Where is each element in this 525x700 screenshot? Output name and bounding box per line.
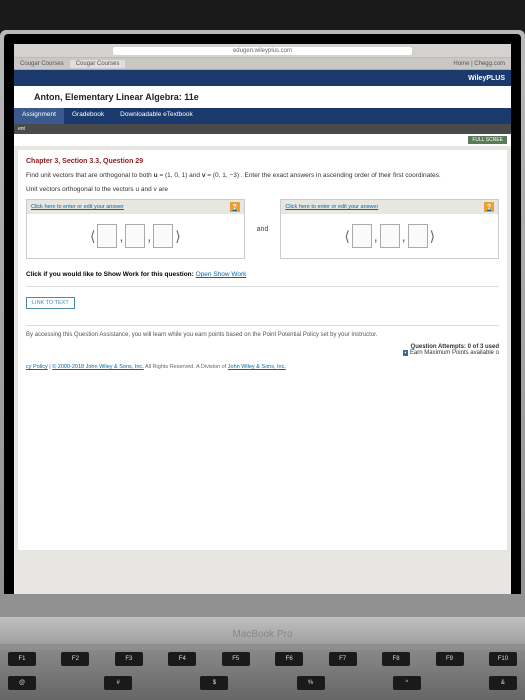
comma: ,	[119, 228, 123, 244]
bracket-open: ⟨	[90, 228, 95, 245]
macbook-label: MacBook Pro	[0, 617, 525, 644]
brand-label: WileyPLUS	[468, 75, 505, 82]
key[interactable]: #	[104, 676, 132, 690]
bracket-close: ⟩	[430, 228, 435, 245]
key[interactable]: $	[200, 676, 228, 690]
bracket-close: ⟩	[175, 228, 180, 245]
comma: ,	[374, 228, 378, 244]
input-slot[interactable]	[380, 224, 400, 248]
key[interactable]: F9	[436, 652, 464, 666]
key[interactable]: F2	[61, 652, 89, 666]
divider	[26, 286, 499, 287]
comma: ,	[147, 228, 151, 244]
key[interactable]: %	[297, 676, 325, 690]
footer: cy Policy | © 2000-2018 John Wiley & Son…	[26, 364, 499, 370]
points-badge: ▪	[403, 350, 409, 356]
course-title: Anton, Elementary Linear Algebra: 11e	[14, 86, 511, 108]
help-icon[interactable]: ?	[230, 202, 240, 212]
assistance-note: By accessing this Question Assistance, y…	[26, 332, 499, 338]
bookmarks-bar: Cougar Courses Cougar Courses Home | Che…	[14, 58, 511, 70]
copyright-link[interactable]: © 2000-2018 John Wiley & Sons, Inc.	[52, 364, 144, 370]
bookmark-chegg[interactable]: Home | Chegg.com	[453, 61, 505, 67]
divider	[26, 325, 499, 326]
and-label: and	[257, 226, 269, 233]
browser-address-bar: edugen.wileyplus.com	[14, 44, 511, 58]
bookmark-cougar-tab[interactable]: Cougar Courses	[70, 60, 126, 68]
key[interactable]: F8	[382, 652, 410, 666]
input-slot[interactable]	[352, 224, 372, 248]
attempts: Question Attempts: 0 of 3 used ▪ Earn Ma…	[26, 344, 499, 356]
tab-etextbook[interactable]: Downloadable eTextbook	[112, 108, 201, 124]
policy-link[interactable]: cy Policy	[26, 364, 48, 370]
bracket-open: ⟨	[344, 228, 349, 245]
key[interactable]: F5	[222, 652, 250, 666]
key[interactable]: &	[489, 676, 517, 690]
content-area: Chapter 3, Section 3.3, Question 29 Find…	[18, 150, 507, 550]
laptop-frame: edugen.wileyplus.com Cougar Courses Coug…	[0, 30, 525, 700]
tab-gradebook[interactable]: Gradebook	[64, 108, 112, 124]
key[interactable]: @	[8, 676, 36, 690]
comma: ,	[402, 228, 406, 244]
enter-hint-1[interactable]: Click here to enter or edit your answer	[31, 204, 124, 210]
vector-input-1: ⟨ , , ⟩	[27, 214, 244, 258]
company-link[interactable]: John Wiley & Sons, Inc.	[228, 364, 286, 370]
full-screen-button[interactable]: FULL SCREE	[468, 136, 507, 144]
tab-assignment[interactable]: Assignment	[14, 108, 64, 124]
key[interactable]: F4	[168, 652, 196, 666]
answer-box-1: Click here to enter or edit your answer …	[26, 199, 245, 259]
question-header: Chapter 3, Section 3.3, Question 29	[26, 158, 499, 165]
vector-input-2: ⟨ , , ⟩	[281, 214, 498, 258]
key[interactable]: F6	[275, 652, 303, 666]
key[interactable]: F10	[489, 652, 517, 666]
open-show-work-link[interactable]: Open Show Work	[196, 271, 247, 278]
key[interactable]: F3	[115, 652, 143, 666]
bookmark-cougar[interactable]: Cougar Courses	[20, 61, 64, 67]
help-icon[interactable]: ?	[484, 202, 494, 212]
sub-bar: ent	[14, 124, 511, 134]
answer-row: Click here to enter or edit your answer …	[26, 199, 499, 259]
input-slot[interactable]	[125, 224, 145, 248]
screen: edugen.wileyplus.com Cougar Courses Coug…	[14, 44, 511, 594]
question-prompt: Find unit vectors that are orthogonal to…	[26, 171, 499, 180]
key[interactable]: F7	[329, 652, 357, 666]
input-slot[interactable]	[97, 224, 117, 248]
sub-label: Unit vectors orthogonal to the vectors u…	[26, 186, 499, 193]
wiley-header: WileyPLUS	[14, 70, 511, 86]
screen-bezel: edugen.wileyplus.com Cougar Courses Coug…	[4, 34, 521, 594]
nav-tabs: Assignment Gradebook Downloadable eTextb…	[14, 108, 511, 124]
key[interactable]: F1	[8, 652, 36, 666]
show-work: Click if you would like to Show Work for…	[26, 271, 499, 278]
input-slot[interactable]	[408, 224, 428, 248]
sub-bar-text: ent	[18, 126, 25, 132]
input-slot[interactable]	[153, 224, 173, 248]
keyboard: F1 F2 F3 F4 F5 F6 F7 F8 F9 F10 @ # $ % ^…	[0, 650, 525, 700]
enter-hint-2[interactable]: Click here to enter or edit your answer	[285, 204, 378, 210]
key[interactable]: ^	[393, 676, 421, 690]
answer-box-2: Click here to enter or edit your answer …	[280, 199, 499, 259]
url-field[interactable]: edugen.wileyplus.com	[113, 47, 411, 55]
link-to-text-button[interactable]: LINK TO TEXT	[26, 297, 75, 309]
